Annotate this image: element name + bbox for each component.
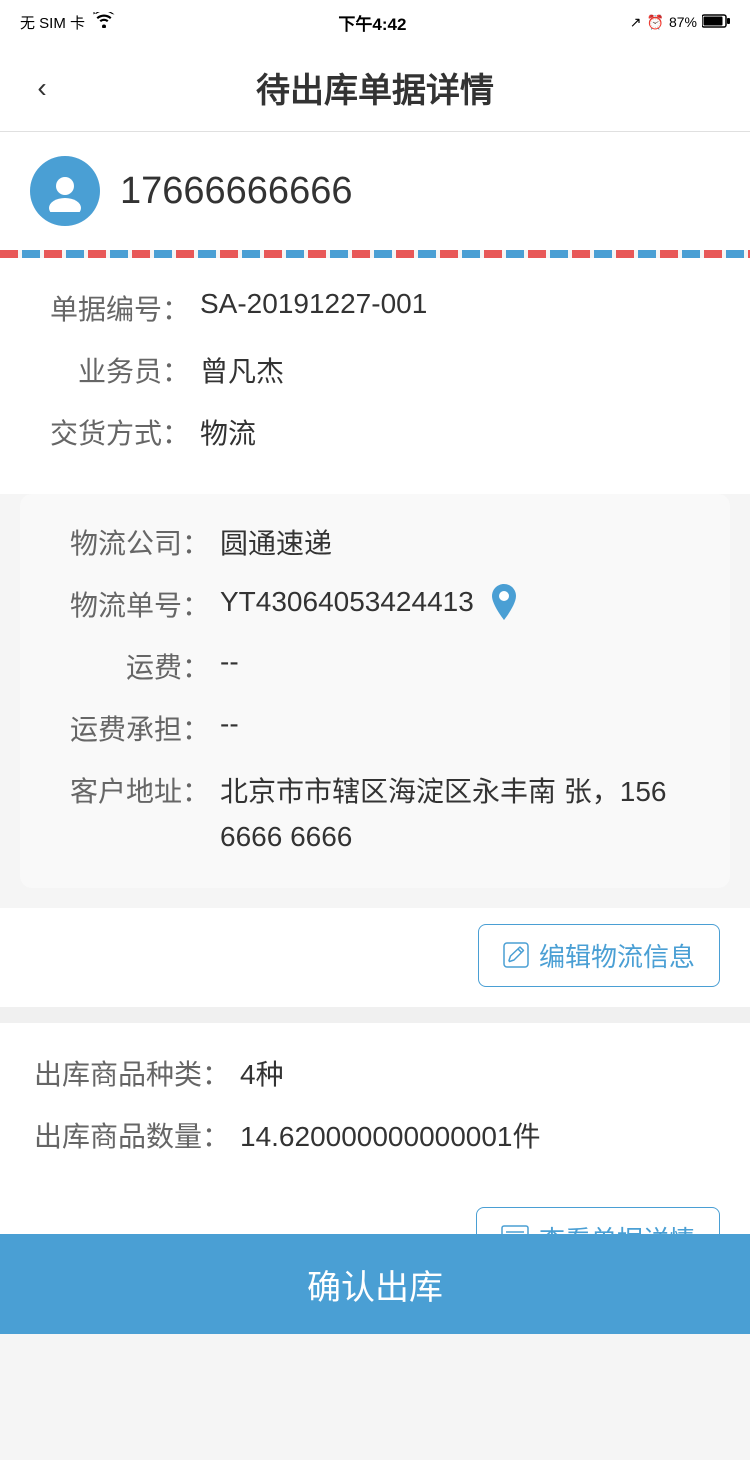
goods-type-label: 出库商品种类： xyxy=(30,1053,230,1093)
order-number-row: 单据编号： SA-20191227-001 xyxy=(30,288,720,328)
freight-value: -- xyxy=(220,646,700,678)
address-row: 客户地址： 北京市市辖区海淀区永丰南 张，156 6666 6666 xyxy=(50,770,700,860)
freight-bearer-label: 运费承担： xyxy=(50,708,210,748)
edit-btn-container: 编辑物流信息 xyxy=(0,908,750,1007)
logistics-company-label: 物流公司： xyxy=(50,522,210,562)
address-label: 客户地址： xyxy=(50,770,210,810)
order-info-section: 单据编号： SA-20191227-001 业务员： 曾凡杰 交货方式： 物流 xyxy=(0,258,750,494)
goods-quantity-label: 出库商品数量： xyxy=(30,1115,230,1155)
order-number-value: SA-20191227-001 xyxy=(200,288,720,320)
alarm-icon: ⏰ xyxy=(647,14,664,31)
nav-bar: ‹ 待出库单据详情 xyxy=(0,44,750,132)
page-title: 待出库单据详情 xyxy=(256,63,494,112)
delivery-method-label: 交货方式： xyxy=(30,412,190,452)
order-number-label: 单据编号： xyxy=(30,288,190,328)
edit-logistics-button[interactable]: 编辑物流信息 xyxy=(478,924,720,987)
sim-text: 无 SIM 卡 xyxy=(20,12,85,33)
freight-bearer-value: -- xyxy=(220,708,700,740)
logistics-tracking-label: 物流单号： xyxy=(50,584,210,624)
confirm-btn-container: 确认出库 xyxy=(0,1234,750,1334)
salesperson-value: 曾凡杰 xyxy=(200,350,720,390)
freight-label: 运费： xyxy=(50,646,210,686)
goods-section: 出库商品种类： 4种 出库商品数量： 14.620000000000001件 xyxy=(0,1023,750,1197)
freight-bearer-row: 运费承担： -- xyxy=(50,708,700,748)
logistics-tracking-value: YT43064053424413 xyxy=(220,584,700,620)
wifi-icon xyxy=(93,12,115,32)
customer-phone: 17666666666 xyxy=(120,170,352,213)
customer-header: 17666666666 xyxy=(0,132,750,250)
edit-logistics-label: 编辑物流信息 xyxy=(539,937,695,974)
logistics-tracking-row: 物流单号： YT43064053424413 xyxy=(50,584,700,624)
salesperson-label: 业务员： xyxy=(30,350,190,390)
logistics-card: 物流公司： 圆通速递 物流单号： YT43064053424413 运费： --… xyxy=(20,494,730,888)
back-button[interactable]: ‹ xyxy=(20,66,64,110)
status-time: 下午4:42 xyxy=(338,10,406,35)
battery-icon xyxy=(702,14,730,31)
goods-quantity-value: 14.620000000000001件 xyxy=(240,1115,541,1155)
tracking-location-icon[interactable] xyxy=(486,584,522,620)
status-left: 无 SIM 卡 xyxy=(20,12,115,33)
goods-type-value: 4种 xyxy=(240,1053,284,1093)
section-divider xyxy=(0,1007,750,1023)
goods-quantity-row: 出库商品数量： 14.620000000000001件 xyxy=(30,1115,720,1155)
status-right: ↗ ⏰ 87% xyxy=(630,14,730,31)
dashed-divider xyxy=(0,250,750,258)
back-arrow-icon: ‹ xyxy=(37,74,46,102)
logistics-company-row: 物流公司： 圆通速递 xyxy=(50,522,700,562)
delivery-method-value: 物流 xyxy=(200,412,720,452)
logistics-company-value: 圆通速递 xyxy=(220,522,700,562)
battery-text: 87% xyxy=(669,14,697,30)
location-status-icon: ↗ xyxy=(630,14,642,31)
goods-type-row: 出库商品种类： 4种 xyxy=(30,1053,720,1093)
status-bar: 无 SIM 卡 下午4:42 ↗ ⏰ 87% xyxy=(0,0,750,44)
delivery-method-row: 交货方式： 物流 xyxy=(30,412,720,452)
salesperson-row: 业务员： 曾凡杰 xyxy=(30,350,720,390)
confirm-outbound-button[interactable]: 确认出库 xyxy=(0,1234,750,1334)
avatar xyxy=(30,156,100,226)
freight-row: 运费： -- xyxy=(50,646,700,686)
address-value: 北京市市辖区海淀区永丰南 张，156 6666 6666 xyxy=(220,770,700,860)
